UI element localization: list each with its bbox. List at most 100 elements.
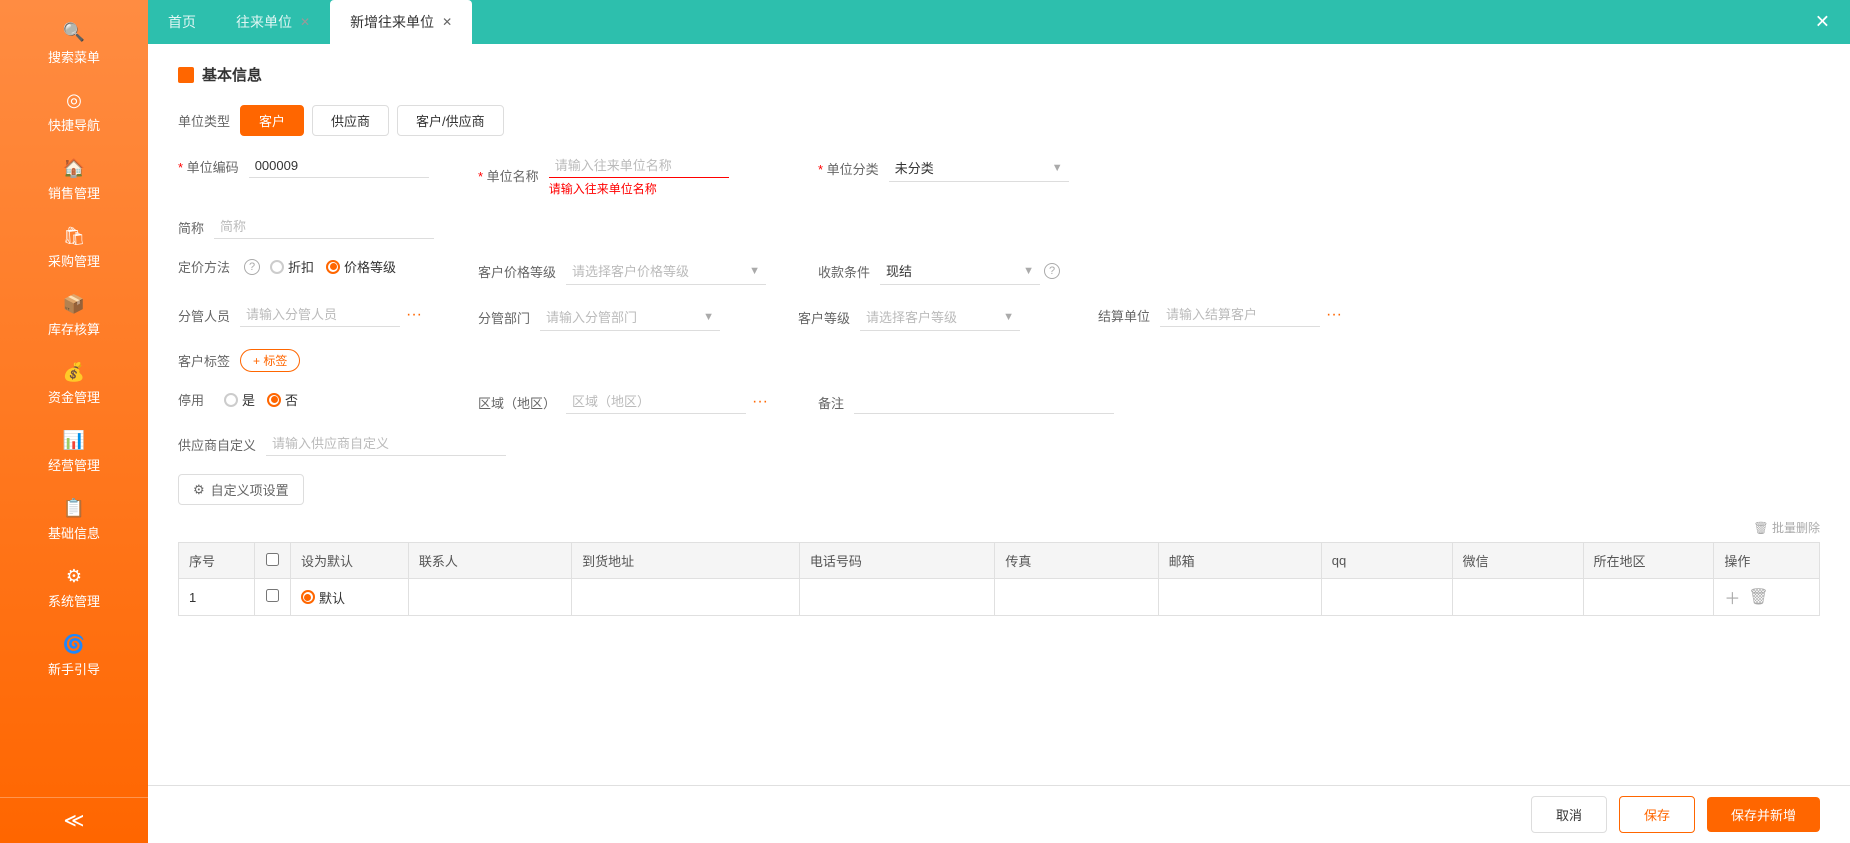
remark-input[interactable] xyxy=(854,390,1114,414)
form-content: 基本信息 单位类型 客户 供应商 客户/供应商 单位编码 单位名称 xyxy=(148,44,1850,785)
settlement-input[interactable] xyxy=(1160,303,1320,327)
disabled-no-radio xyxy=(267,393,281,407)
sidebar-item-operations[interactable]: 📊 经营管理 xyxy=(0,418,148,486)
short-name-field: 简称 xyxy=(178,215,438,239)
disabled-yes-option[interactable]: 是 xyxy=(224,390,255,409)
short-name-input[interactable] xyxy=(214,215,434,239)
row-fax[interactable] xyxy=(995,579,1158,616)
row-delete-icon[interactable]: 🗑 xyxy=(1748,587,1768,607)
manager-input[interactable] xyxy=(240,303,400,327)
manager-row: 分管人员 ··· 分管部门 请输入分管部门 ▼ 客户等级 请选择客户等级 ▼ 结… xyxy=(178,303,1820,331)
cancel-button[interactable]: 取消 xyxy=(1531,796,1607,833)
row-address-input[interactable] xyxy=(582,586,702,609)
short-name-row: 简称 xyxy=(178,215,1820,239)
sidebar-item-sales[interactable]: 🏠 销售管理 xyxy=(0,146,148,214)
unit-name-input[interactable] xyxy=(549,154,729,178)
row-default-radio[interactable]: 默认 xyxy=(301,588,398,607)
disabled-yes-radio xyxy=(224,393,238,407)
sidebar-item-inventory[interactable]: 📦 库存核算 xyxy=(0,282,148,350)
settlement-label: 结算单位 xyxy=(1098,306,1150,325)
row-wechat[interactable] xyxy=(1452,579,1583,616)
row-add-icon[interactable]: ＋ xyxy=(1724,585,1740,609)
tab-new-partner-close[interactable]: ✕ xyxy=(442,15,452,29)
customer-level-field: 客户等级 请选择客户等级 ▼ xyxy=(798,303,1058,331)
row-checkbox[interactable] xyxy=(266,589,279,602)
sidebar-item-purchase[interactable]: 🛍 采购管理 xyxy=(0,214,148,282)
save-button[interactable]: 保存 xyxy=(1619,796,1695,833)
row-qq[interactable] xyxy=(1321,579,1452,616)
col-checkbox xyxy=(254,543,290,579)
tab-partners-close[interactable]: ✕ xyxy=(300,15,310,29)
row-email-input[interactable] xyxy=(1169,586,1249,609)
pricing-discount-option[interactable]: 折扣 xyxy=(270,257,314,276)
row-contact[interactable] xyxy=(408,579,571,616)
customer-price-chevron: ▼ xyxy=(749,265,760,277)
row-email[interactable] xyxy=(1158,579,1321,616)
save-new-button[interactable]: 保存并新增 xyxy=(1707,797,1820,832)
row-phone-input[interactable] xyxy=(810,586,910,609)
inventory-icon: 📦 xyxy=(63,294,85,315)
window-close-button[interactable]: ✕ xyxy=(1815,12,1830,33)
section-title: 基本信息 xyxy=(178,64,1820,85)
unit-btn-customer[interactable]: 客户 xyxy=(240,105,304,136)
add-tag-button[interactable]: + 标签 xyxy=(240,349,300,372)
row-phone[interactable] xyxy=(799,579,995,616)
customer-level-select[interactable]: 请选择客户等级 ▼ xyxy=(860,303,1020,331)
unit-category-chevron: ▼ xyxy=(1052,162,1063,174)
row-fax-input[interactable] xyxy=(1005,586,1085,609)
region-input[interactable] xyxy=(566,390,746,414)
region-more-btn[interactable]: ··· xyxy=(752,393,768,411)
payment-terms-chevron: ▼ xyxy=(1023,265,1034,277)
payment-help-icon[interactable]: ? xyxy=(1044,263,1060,279)
finance-icon: 💰 xyxy=(63,362,85,383)
col-action: 操作 xyxy=(1714,543,1820,579)
manager-more-btn[interactable]: ··· xyxy=(406,306,422,324)
sidebar-item-basic[interactable]: 📋 基础信息 xyxy=(0,486,148,554)
settlement-more-btn[interactable]: ··· xyxy=(1326,306,1342,324)
customer-level-label: 客户等级 xyxy=(798,308,850,327)
pricing-level-option[interactable]: 价格等级 xyxy=(326,257,396,276)
unit-category-select[interactable]: 未分类 ▼ xyxy=(889,154,1069,182)
payment-terms-select[interactable]: 现结 ▼ xyxy=(880,257,1040,285)
row-qq-input[interactable] xyxy=(1332,586,1392,609)
tab-new-partner[interactable]: 新增往来单位 ✕ xyxy=(330,0,472,44)
customer-price-level-select[interactable]: 请选择客户价格等级 ▼ xyxy=(566,257,766,285)
short-name-label: 简称 xyxy=(178,218,204,237)
unit-btn-both[interactable]: 客户/供应商 xyxy=(397,105,504,136)
unit-code-field: 单位编码 xyxy=(178,154,438,178)
row-address[interactable] xyxy=(572,579,800,616)
batch-delete-btn[interactable]: 🗑 批量删除 xyxy=(178,519,1820,536)
sidebar-item-quicknav[interactable]: ◎ 快捷导航 xyxy=(0,78,148,146)
quicknav-icon: ◎ xyxy=(66,90,82,111)
sidebar-item-search[interactable]: 🔍 搜索菜单 xyxy=(0,10,148,78)
col-phone: 电话号码 xyxy=(799,543,995,579)
sidebar-item-newbie[interactable]: 🌀 新手引导 xyxy=(0,622,148,690)
col-qq: qq xyxy=(1321,543,1452,579)
disabled-radio-group: 是 否 xyxy=(224,390,298,409)
disabled-no-option[interactable]: 否 xyxy=(267,390,298,409)
pricing-help-icon[interactable]: ? xyxy=(244,259,260,275)
select-all-checkbox[interactable] xyxy=(266,553,279,566)
sidebar-item-system[interactable]: ⚙ 系统管理 xyxy=(0,554,148,622)
tab-partners[interactable]: 往来单位 ✕ xyxy=(216,0,330,44)
row-wechat-input[interactable] xyxy=(1463,586,1523,609)
pricing-level-radio xyxy=(326,260,340,274)
sidebar-bottom[interactable]: ≪ xyxy=(0,797,148,843)
disabled-row: 停用 是 否 区域（地区） ··· 备注 xyxy=(178,390,1820,414)
customize-btn[interactable]: ⚙ 自定义项设置 xyxy=(178,474,304,505)
pricing-discount-radio xyxy=(270,260,284,274)
department-select[interactable]: 请输入分管部门 ▼ xyxy=(540,303,720,331)
payment-terms-label: 收款条件 xyxy=(818,262,870,281)
unit-category-label: 单位分类 xyxy=(818,159,879,178)
supplier-custom-input[interactable] xyxy=(266,432,506,456)
sidebar-item-finance[interactable]: 💰 资金管理 xyxy=(0,350,148,418)
row-area[interactable] xyxy=(1583,579,1714,616)
unit-name-field: 单位名称 请输入往来单位名称 xyxy=(478,154,778,197)
unit-btn-supplier[interactable]: 供应商 xyxy=(312,105,389,136)
unit-code-input[interactable] xyxy=(249,154,429,178)
row-contact-input[interactable] xyxy=(419,586,499,609)
customer-level-value: 请选择客户等级 xyxy=(866,307,999,326)
row-area-input[interactable] xyxy=(1594,586,1654,609)
region-label: 区域（地区） xyxy=(478,393,556,412)
tab-home[interactable]: 首页 xyxy=(148,0,216,44)
